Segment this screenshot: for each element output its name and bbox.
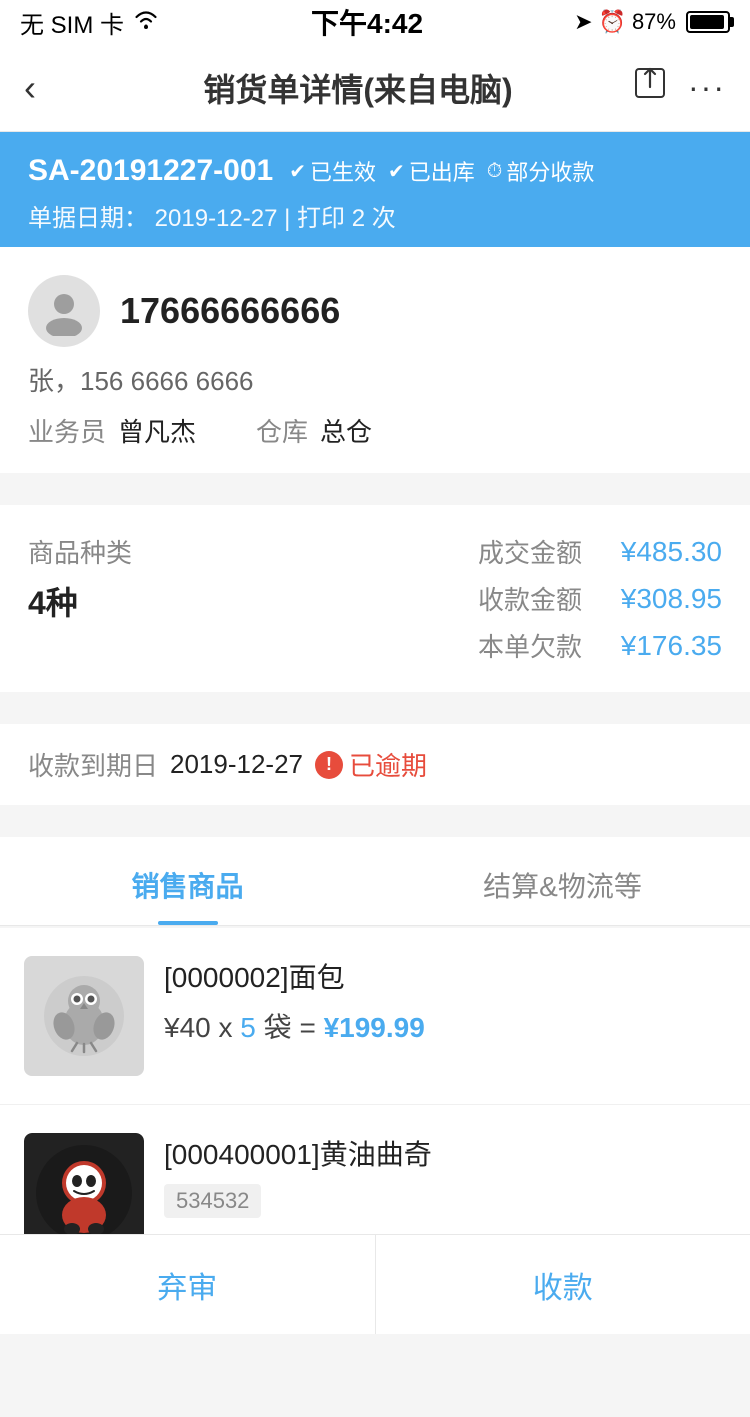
overdue-badge: ! 已逾期 bbox=[315, 746, 427, 783]
status-badge-active: ✔ 已生效 bbox=[289, 155, 376, 187]
kind-label: 商品种类 bbox=[28, 533, 132, 570]
alarm-icon: ⏰ bbox=[599, 9, 626, 35]
tabs-container: 销售商品 结算&物流等 bbox=[0, 837, 750, 926]
tab-sales-products[interactable]: 销售商品 bbox=[0, 837, 375, 925]
customer-meta: 业务员 曾凡杰 仓库 总仓 bbox=[28, 412, 722, 449]
summary-section: 商品种类 4种 成交金额 ¥485.30 收款金额 ¥308.95 本单欠款 ¥… bbox=[0, 505, 750, 692]
battery-icon bbox=[686, 11, 730, 33]
share-icon[interactable] bbox=[632, 65, 668, 110]
debt-label: 本单欠款 bbox=[478, 627, 582, 664]
product-price-1: ¥40 x 5 袋 = ¥199.99 bbox=[164, 1006, 726, 1046]
product-info-1: [0000002]面包 ¥40 x 5 袋 = ¥199.99 bbox=[164, 956, 726, 1046]
due-date-value: 2019-12-27 bbox=[170, 749, 303, 780]
debt-value: ¥176.35 bbox=[602, 630, 722, 662]
status-badges: ✔ 已生效 ✔ 已出库 ⏱ 部分收款 bbox=[289, 155, 594, 187]
received-label: 收款金额 bbox=[478, 580, 582, 617]
customer-section: 17666666666 张，156 6666 6666 业务员 曾凡杰 仓库 总… bbox=[0, 247, 750, 473]
tab-settlement-logistics[interactable]: 结算&物流等 bbox=[375, 837, 750, 925]
back-button[interactable]: ‹ bbox=[24, 67, 84, 109]
status-time: 下午4:42 bbox=[311, 2, 423, 42]
product-thumbnail-1 bbox=[24, 956, 144, 1076]
order-number: SA-20191227-001 bbox=[28, 154, 273, 188]
reject-button[interactable]: 弃审 bbox=[0, 1235, 376, 1334]
amount-value: ¥485.30 bbox=[602, 536, 722, 568]
product-total-1: ¥199.99 bbox=[324, 1012, 425, 1043]
amount-label: 成交金额 bbox=[478, 533, 582, 570]
collect-button[interactable]: 收款 bbox=[376, 1235, 750, 1334]
sales-person: 曾凡杰 bbox=[118, 412, 196, 449]
nav-actions: ··· bbox=[632, 65, 726, 110]
due-date-section: 收款到期日 2019-12-27 ! 已逾期 bbox=[0, 724, 750, 805]
product-name-1: [0000002]面包 bbox=[164, 956, 726, 996]
avatar bbox=[28, 275, 100, 347]
received-value: ¥308.95 bbox=[602, 583, 722, 615]
page-title: 销货单详情(来自电脑) bbox=[203, 65, 512, 111]
overdue-icon: ! bbox=[315, 751, 343, 779]
check-icon-1: ✔ bbox=[289, 159, 306, 184]
clock-icon: ⏱ bbox=[487, 160, 503, 183]
order-header-banner: SA-20191227-001 ✔ 已生效 ✔ 已出库 ⏱ 部分收款 单据日期：… bbox=[0, 132, 750, 247]
divider-1 bbox=[0, 473, 750, 489]
check-icon-2: ✔ bbox=[388, 159, 405, 184]
list-item: [0000002]面包 ¥40 x 5 袋 = ¥199.99 bbox=[0, 928, 750, 1105]
overdue-text: 已逾期 bbox=[349, 746, 427, 783]
product-qty-1: 5 bbox=[240, 1012, 256, 1043]
warehouse-value: 总仓 bbox=[320, 412, 372, 449]
product-name-2: [000400001]黄油曲奇 bbox=[164, 1133, 726, 1173]
sales-label: 业务员 bbox=[28, 412, 106, 449]
divider-3 bbox=[0, 805, 750, 821]
customer-phone: 17666666666 bbox=[120, 290, 340, 332]
status-badge-shipped: ✔ 已出库 bbox=[388, 155, 475, 187]
status-badge-partial: ⏱ 部分收款 bbox=[487, 155, 595, 187]
status-right: ➤ ⏰ 87% bbox=[574, 9, 730, 35]
kind-count: 4种 bbox=[28, 578, 132, 624]
due-label: 收款到期日 bbox=[28, 746, 158, 783]
status-carrier: 无 SIM 卡 bbox=[20, 5, 160, 40]
tab-underline bbox=[158, 921, 218, 925]
divider-2 bbox=[0, 692, 750, 708]
order-date-info: 单据日期： 2019-12-27 | 打印 2 次 bbox=[28, 198, 722, 233]
nav-bar: ‹ 销货单详情(来自电脑) ··· bbox=[0, 44, 750, 132]
battery-percent: 87% bbox=[632, 9, 676, 35]
wifi-icon bbox=[132, 8, 160, 37]
status-bar: 无 SIM 卡 下午4:42 ➤ ⏰ 87% bbox=[0, 0, 750, 44]
bottom-bar: 弃审 收款 bbox=[0, 1234, 750, 1334]
product-image-placeholder-1 bbox=[24, 956, 144, 1076]
product-sku-badge: 534532 bbox=[164, 1184, 261, 1218]
more-icon[interactable]: ··· bbox=[688, 69, 726, 106]
customer-name-phone: 张，156 6666 6666 bbox=[28, 361, 722, 398]
location-icon: ➤ bbox=[574, 9, 592, 35]
warehouse-label: 仓库 bbox=[256, 412, 308, 449]
